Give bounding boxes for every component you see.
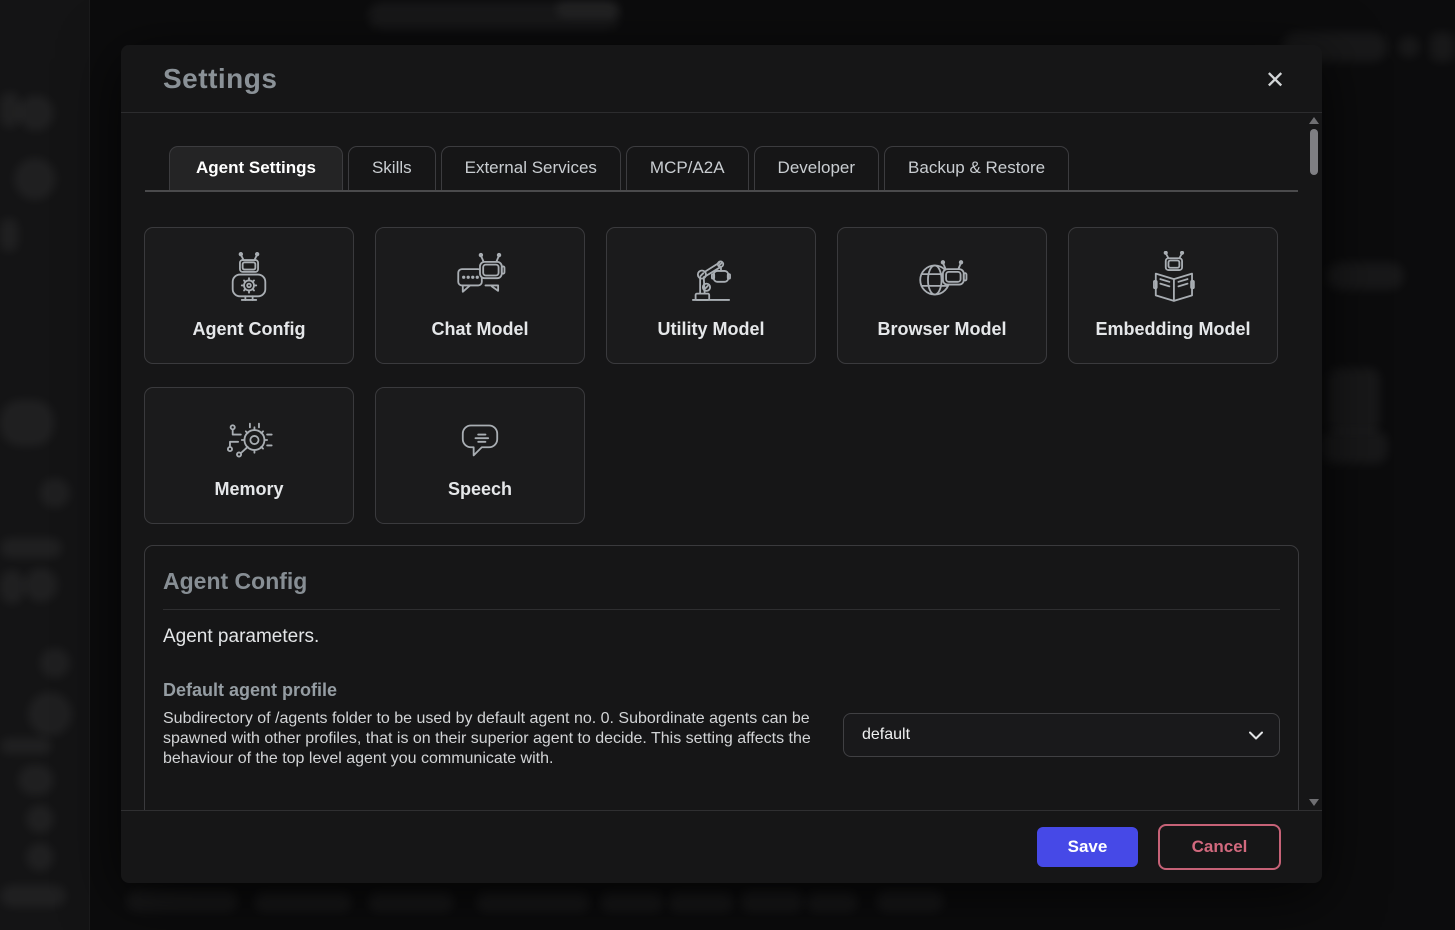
globe-robot-icon xyxy=(913,251,971,309)
card-utility-model[interactable]: Utility Model xyxy=(606,227,816,364)
card-memory[interactable]: Memory xyxy=(144,387,354,524)
section-subtitle: Agent parameters. xyxy=(163,626,1280,648)
card-speech[interactable]: Speech xyxy=(375,387,585,524)
settings-nav-cards: Agent Config xyxy=(144,227,1299,524)
background-blur-shape xyxy=(806,892,858,912)
close-icon[interactable]: ✕ xyxy=(1258,63,1292,97)
tab-external-services[interactable]: External Services xyxy=(441,146,621,190)
background-blur-shape xyxy=(1398,36,1420,58)
card-embedding-model[interactable]: Embedding Model xyxy=(1068,227,1278,364)
card-label: Memory xyxy=(214,479,283,500)
card-label: Embedding Model xyxy=(1096,319,1251,340)
background-blur-shape xyxy=(740,890,804,912)
background-blur-shape xyxy=(368,892,454,912)
card-chat-model[interactable]: Chat Model xyxy=(375,227,585,364)
robot-reading-book-icon xyxy=(1144,251,1202,309)
tab-strip-underline xyxy=(145,190,1298,192)
field-description: Subdirectory of /agents folder to be use… xyxy=(163,709,811,769)
background-blur-shape xyxy=(126,890,238,912)
settings-tabs: Agent Settings Skills External Services … xyxy=(169,146,1299,190)
vertical-scrollbar[interactable] xyxy=(1307,113,1321,810)
card-browser-model[interactable]: Browser Model xyxy=(837,227,1047,364)
card-label: Agent Config xyxy=(193,319,306,340)
section-divider xyxy=(163,609,1280,610)
card-agent-config[interactable]: Agent Config xyxy=(144,227,354,364)
field-label: Default agent profile xyxy=(163,680,1280,701)
background-blur-shape xyxy=(668,892,734,912)
select-value: default xyxy=(862,726,910,744)
chevron-down-icon xyxy=(1249,731,1263,740)
background-blur-shape xyxy=(556,0,620,18)
tab-agent-settings[interactable]: Agent Settings xyxy=(169,146,343,190)
card-label: Chat Model xyxy=(432,319,529,340)
modal-footer: Save Cancel xyxy=(121,810,1322,883)
settings-modal: Settings ✕ Agent Settings Skills Externa… xyxy=(121,45,1322,883)
background-blur-shape xyxy=(876,890,944,912)
background-blur-shape xyxy=(368,2,620,30)
agent-config-section: Agent Config Agent parameters. Default a… xyxy=(144,545,1299,810)
section-title: Agent Config xyxy=(163,568,1280,595)
app-sidebar xyxy=(0,0,90,930)
chat-bubbles-robot-icon xyxy=(451,251,509,309)
robot-gear-icon xyxy=(220,251,278,309)
field-default-agent-profile: Default agent profile Subdirectory of /a… xyxy=(163,680,1280,769)
card-label: Browser Model xyxy=(877,319,1006,340)
robot-arm-icon xyxy=(682,251,740,309)
speech-bubble-icon xyxy=(451,411,509,469)
modal-content: Agent Settings Skills External Services … xyxy=(121,113,1322,810)
save-button[interactable]: Save xyxy=(1037,827,1138,867)
modal-title: Settings xyxy=(163,63,277,95)
scrollbar-up-arrow-icon[interactable] xyxy=(1309,117,1319,124)
tab-skills[interactable]: Skills xyxy=(348,146,436,190)
scrollbar-down-arrow-icon[interactable] xyxy=(1309,799,1319,806)
modal-header: Settings ✕ xyxy=(121,45,1322,113)
cancel-button[interactable]: Cancel xyxy=(1158,824,1281,870)
tab-mcp-a2a[interactable]: MCP/A2A xyxy=(626,146,749,190)
background-blur-shape xyxy=(254,892,352,912)
tab-developer[interactable]: Developer xyxy=(754,146,880,190)
card-label: Speech xyxy=(448,479,512,500)
background-blur-shape xyxy=(476,892,590,912)
card-label: Utility Model xyxy=(658,319,765,340)
background-blur-shape xyxy=(1328,368,1380,432)
scrollbar-thumb[interactable] xyxy=(1310,129,1318,175)
tab-backup-restore[interactable]: Backup & Restore xyxy=(884,146,1069,190)
background-blur-shape xyxy=(600,892,664,912)
default-agent-profile-select[interactable]: default xyxy=(843,713,1280,757)
circuit-gear-icon xyxy=(220,411,278,469)
background-blur-shape xyxy=(1322,430,1388,464)
background-blur-shape xyxy=(1326,262,1404,290)
background-blur-shape xyxy=(1430,32,1455,62)
